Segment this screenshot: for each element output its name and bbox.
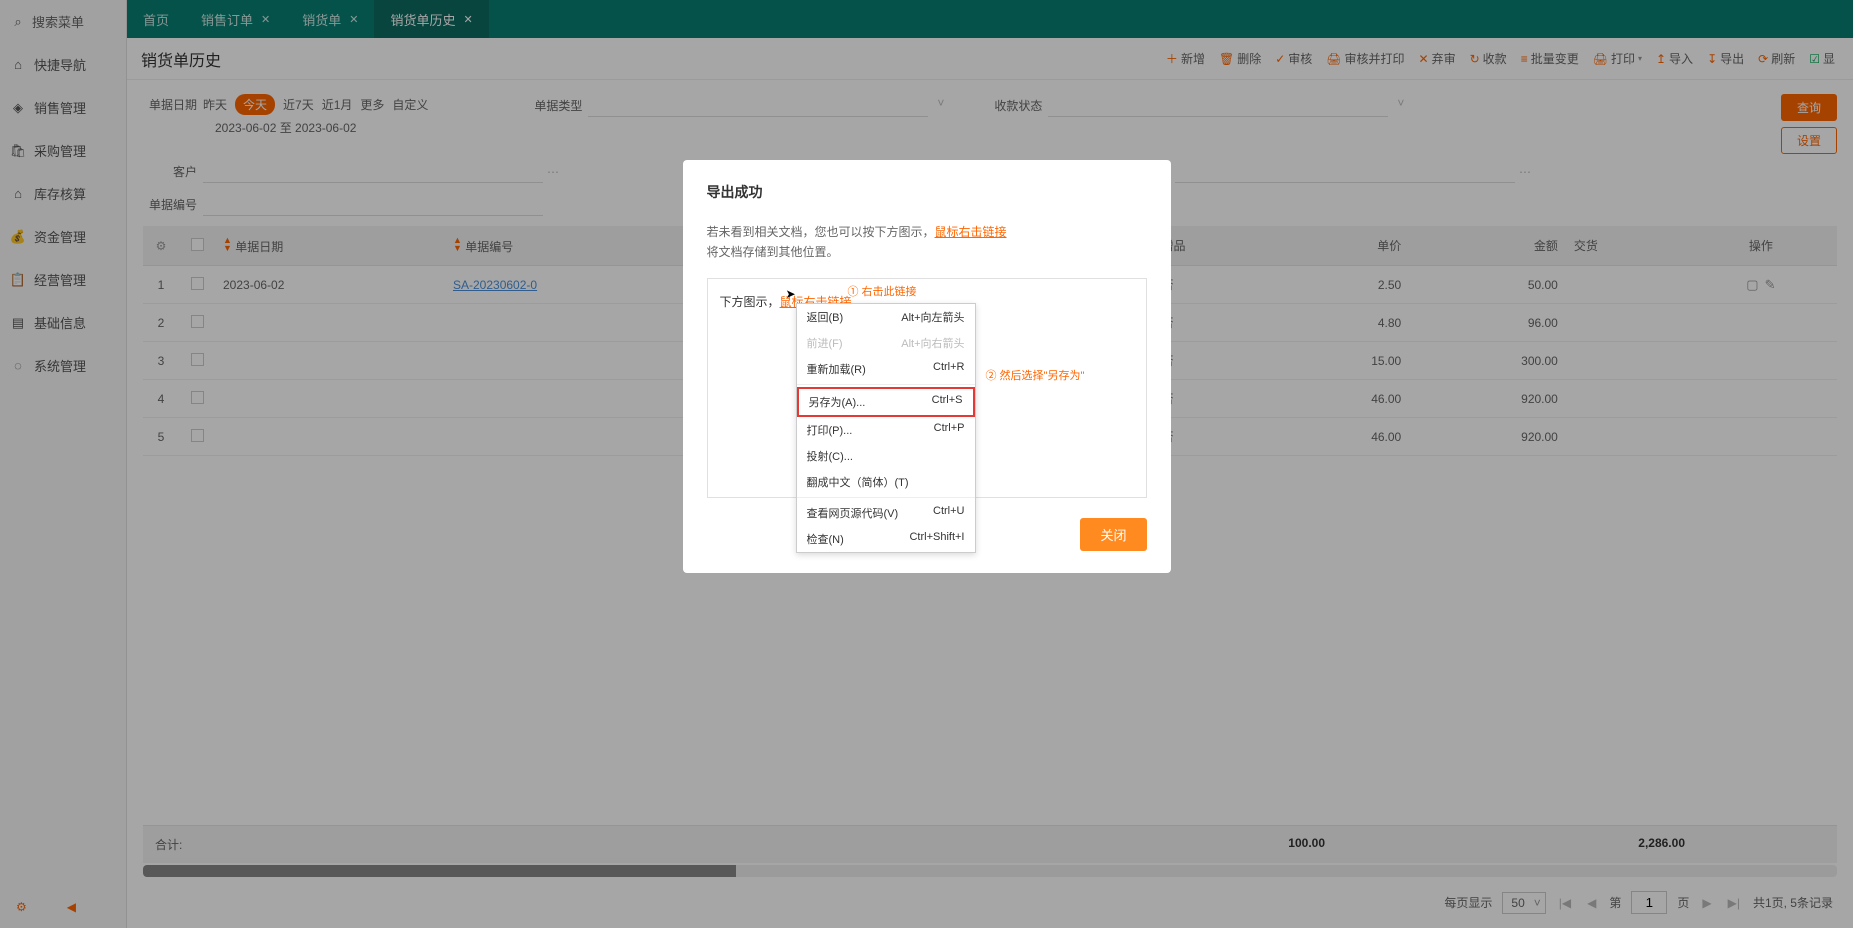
ctx-item: 重新加载(R)Ctrl+R [797, 356, 975, 382]
modal-text: 若未看到相关文档，您也可以按下方图示，鼠标右击链接 将文档存储到其他位置。 [707, 222, 1147, 262]
annotation-2: ② 然后选择"另存为" [986, 367, 1085, 383]
modal-title: 导出成功 [707, 182, 1147, 202]
annotation-1: ① 右击此链接 [848, 283, 917, 299]
ctx-item: 返回(B)Alt+向左箭头 [797, 304, 975, 330]
rightclick-link[interactable]: 鼠标右击链接 [935, 225, 1007, 239]
ctx-item: 查看网页源代码(V)Ctrl+U [797, 500, 975, 526]
ctx-item: 前进(F)Alt+向右箭头 [797, 330, 975, 356]
modal-illustration: 下方图示，鼠标右击链接 ➤ ① 右击此链接 ② 然后选择"另存为" 返回(B)A… [707, 278, 1147, 498]
modal-overlay: 导出成功 若未看到相关文档，您也可以按下方图示，鼠标右击链接 将文档存储到其他位… [0, 0, 1853, 928]
ctx-item: 打印(P)...Ctrl+P [797, 417, 975, 443]
ctx-item: 检查(N)Ctrl+Shift+I [797, 526, 975, 552]
ctx-item: 另存为(A)...Ctrl+S [797, 387, 975, 417]
ctx-item: 翻成中文（简体）(T) [797, 469, 975, 495]
export-success-modal: 导出成功 若未看到相关文档，您也可以按下方图示，鼠标右击链接 将文档存储到其他位… [683, 160, 1171, 573]
context-menu-demo: 返回(B)Alt+向左箭头前进(F)Alt+向右箭头重新加载(R)Ctrl+R 另… [796, 303, 976, 553]
ctx-item: 投射(C)... [797, 443, 975, 469]
cursor-icon: ➤ [786, 287, 796, 301]
close-button[interactable]: 关闭 [1080, 518, 1146, 551]
